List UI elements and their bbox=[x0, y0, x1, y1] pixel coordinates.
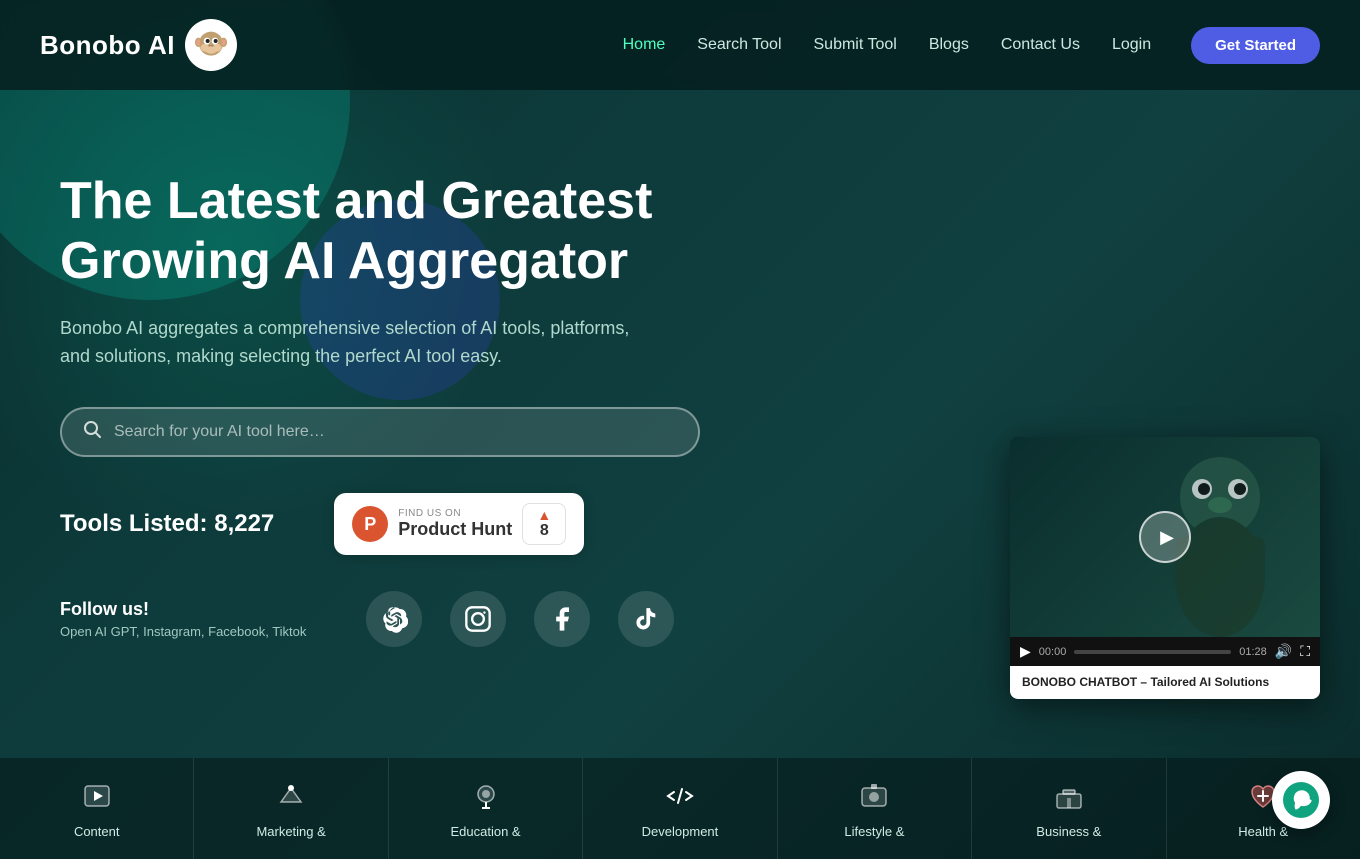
brand-name: Bonobo AI bbox=[40, 30, 175, 61]
nav-login[interactable]: Login bbox=[1112, 36, 1151, 54]
follow-text: Follow us! Open AI GPT, Instagram, Faceb… bbox=[60, 599, 306, 639]
ph-count: 8 bbox=[540, 522, 549, 540]
content-icon bbox=[77, 776, 117, 816]
category-development-label: Development bbox=[642, 824, 719, 841]
hero-row: Tools Listed: 8,227 P FIND US ON Product… bbox=[60, 493, 760, 555]
category-marketing[interactable]: Marketing & bbox=[194, 758, 388, 859]
openai-icon[interactable] bbox=[366, 591, 422, 647]
search-input[interactable] bbox=[114, 423, 678, 441]
play-button[interactable] bbox=[1139, 511, 1191, 563]
category-business[interactable]: Business & bbox=[972, 758, 1166, 859]
nav-blogs[interactable]: Blogs bbox=[929, 36, 969, 54]
category-education-label: Education & bbox=[451, 824, 521, 841]
ph-find-label: FIND US ON bbox=[398, 508, 512, 519]
logo-area[interactable]: Bonobo AI bbox=[40, 19, 237, 71]
category-development[interactable]: Development bbox=[583, 758, 777, 859]
video-total-time: 01:28 bbox=[1239, 646, 1267, 658]
follow-title: Follow us! bbox=[60, 599, 306, 620]
ph-name: Product Hunt bbox=[398, 519, 512, 540]
ph-votes: ▲ 8 bbox=[522, 503, 566, 545]
category-education[interactable]: Education & bbox=[389, 758, 583, 859]
hero-content: The Latest and Greatest Growing AI Aggre… bbox=[60, 172, 760, 647]
video-thumbnail bbox=[1010, 437, 1320, 637]
get-started-button[interactable]: Get Started bbox=[1191, 27, 1320, 64]
category-marketing-label: Marketing & bbox=[256, 824, 325, 841]
brand-logo bbox=[185, 19, 237, 71]
navbar: Bonobo AI Ho bbox=[0, 0, 1360, 90]
nav-contact[interactable]: Contact Us bbox=[1001, 36, 1080, 54]
lifestyle-icon bbox=[854, 776, 894, 816]
categories-row: Content Marketing & Education & bbox=[0, 758, 1360, 859]
video-player: ▶ 00:00 01:28 🔊 ⛶ BONOBO CHATBOT – Tailo… bbox=[1010, 437, 1320, 699]
video-fullscreen-button[interactable]: ⛶ bbox=[1300, 643, 1310, 660]
video-current-time: 00:00 bbox=[1039, 646, 1067, 658]
follow-subtitle: Open AI GPT, Instagram, Facebook, Tiktok bbox=[60, 624, 306, 639]
video-play-button[interactable]: ▶ bbox=[1020, 643, 1031, 660]
video-mute-button[interactable]: 🔊 bbox=[1275, 643, 1292, 660]
category-health-label: Health & bbox=[1238, 824, 1288, 841]
facebook-icon[interactable] bbox=[534, 591, 590, 647]
product-hunt-badge[interactable]: P FIND US ON Product Hunt ▲ 8 bbox=[334, 493, 584, 555]
tools-listed: Tools Listed: 8,227 bbox=[60, 510, 274, 538]
hero-subtitle: Bonobo AI aggregates a comprehensive sel… bbox=[60, 314, 660, 372]
nav-links: Home Search Tool Submit Tool Blogs Conta… bbox=[623, 27, 1320, 64]
search-icon bbox=[82, 419, 102, 445]
category-lifestyle[interactable]: Lifestyle & bbox=[778, 758, 972, 859]
video-progress-bar[interactable] bbox=[1074, 650, 1231, 654]
nav-search-tool[interactable]: Search Tool bbox=[697, 36, 781, 54]
search-bar[interactable] bbox=[60, 407, 700, 457]
social-icons bbox=[366, 591, 674, 647]
product-hunt-text: FIND US ON Product Hunt bbox=[398, 508, 512, 540]
hero-title: The Latest and Greatest Growing AI Aggre… bbox=[60, 172, 760, 292]
chatbot-bubble[interactable] bbox=[1272, 771, 1330, 829]
product-hunt-logo: P bbox=[352, 506, 388, 542]
education-icon bbox=[466, 776, 506, 816]
nav-home[interactable]: Home bbox=[623, 36, 666, 54]
video-caption: BONOBO CHATBOT – Tailored AI Solutions bbox=[1010, 666, 1320, 699]
nav-submit-tool[interactable]: Submit Tool bbox=[814, 36, 897, 54]
business-icon bbox=[1049, 776, 1089, 816]
category-health[interactable]: Health & bbox=[1167, 758, 1360, 859]
hero-section: The Latest and Greatest Growing AI Aggre… bbox=[0, 0, 1360, 859]
instagram-icon[interactable] bbox=[450, 591, 506, 647]
category-lifestyle-label: Lifestyle & bbox=[844, 824, 904, 841]
marketing-icon bbox=[271, 776, 311, 816]
category-content[interactable]: Content bbox=[0, 758, 194, 859]
follow-row: Follow us! Open AI GPT, Instagram, Faceb… bbox=[60, 591, 760, 647]
ph-arrow-icon: ▲ bbox=[537, 508, 551, 522]
tiktok-icon[interactable] bbox=[618, 591, 674, 647]
category-business-label: Business & bbox=[1036, 824, 1101, 841]
development-icon bbox=[660, 776, 700, 816]
category-content-label: Content bbox=[74, 824, 120, 841]
video-controls: ▶ 00:00 01:28 🔊 ⛶ bbox=[1010, 637, 1320, 666]
